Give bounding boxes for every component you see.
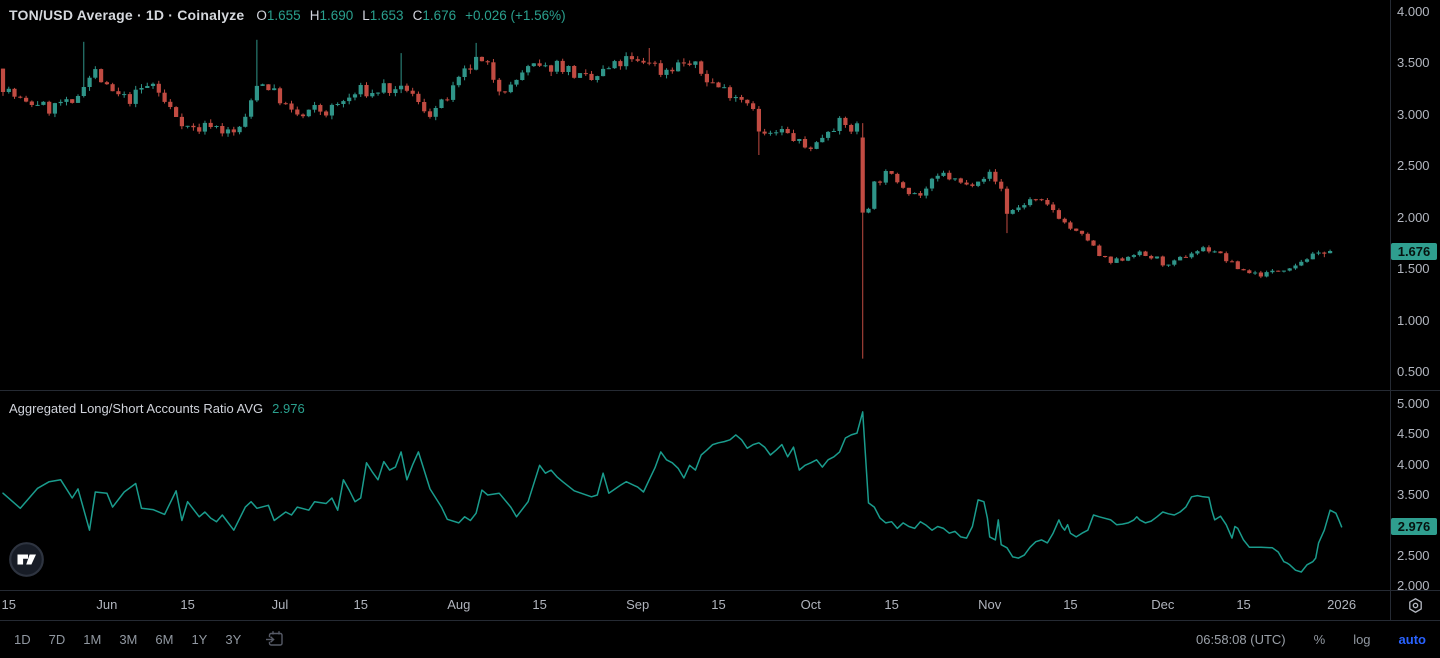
high-value: 1.690	[319, 8, 354, 23]
price-axis-tick: 3.000	[1397, 106, 1430, 122]
gear-icon	[1408, 597, 1422, 613]
indicator-value: 2.976	[272, 401, 305, 416]
time-axis-tick: Jun	[96, 597, 118, 612]
time-axis-tick: Sep	[626, 597, 650, 612]
ratio-value-badge: 2.976	[1391, 518, 1437, 536]
timeframe-group: 1D 7D 1M 3M 6M 1Y 3Y	[6, 629, 286, 650]
symbol-legend[interactable]: TON/USD Average · 1D · Coinalyze O1.655 …	[9, 7, 566, 23]
timeframe-1y[interactable]: 1Y	[183, 629, 215, 650]
chart-canvas[interactable]	[0, 0, 1390, 620]
price-axis-tick: 1.500	[1397, 261, 1430, 277]
ratio-line-series	[2, 411, 1343, 573]
open-value: 1.655	[266, 8, 301, 23]
ratio-axis-tick: 2.500	[1397, 547, 1430, 563]
time-axis-tick: 15	[884, 597, 899, 612]
clock-utc[interactable]: 06:58:08 (UTC)	[1196, 632, 1286, 647]
chart-app: TON/USD Average · 1D · Coinalyze O1.655 …	[0, 0, 1440, 658]
calendar-arrow-icon	[265, 631, 283, 646]
ratio-axis-tick: 4.000	[1397, 456, 1430, 472]
auto-scale-toggle[interactable]: auto	[1399, 632, 1426, 647]
time-axis-tick: 15	[180, 597, 195, 612]
indicator-legend[interactable]: Aggregated Long/Short Accounts Ratio AVG…	[9, 400, 305, 418]
close-label: C	[412, 8, 423, 23]
candlestick-series	[0, 39, 1333, 359]
time-axis-tick: Oct	[800, 597, 821, 612]
log-scale-toggle[interactable]: log	[1353, 632, 1370, 647]
low-value: 1.653	[369, 8, 404, 23]
timeframe-6m[interactable]: 6M	[147, 629, 181, 650]
time-axis-tick: Nov	[978, 597, 1002, 612]
timeframe-3m[interactable]: 3M	[111, 629, 145, 650]
time-axis[interactable]: 15 Jun 15 Jul 15 Aug 15 Sep 15 Oct 15 Nov 15 Dec 15 202…	[0, 590, 1390, 620]
indicator-title[interactable]: Aggregated Long/Short Accounts Ratio AVG	[9, 401, 263, 416]
bottom-toolbar: 1D 7D 1M 3M 6M 1Y 3Y 06:58:08 (UTC) % lo…	[0, 620, 1440, 658]
symbol-title[interactable]: TON/USD Average · 1D · Coinalyze	[9, 7, 244, 23]
last-price-badge: 1.676	[1391, 242, 1437, 260]
time-axis-tick: 15	[353, 597, 368, 612]
price-axis-tick: 0.500	[1397, 363, 1430, 379]
price-axis-tick: 2.500	[1397, 158, 1430, 174]
timeframe-1m[interactable]: 1M	[75, 629, 109, 650]
price-axis-tick: 2.000	[1397, 209, 1430, 225]
price-axis-tick: 3.500	[1397, 55, 1430, 71]
time-axis-tick: 15	[1, 597, 16, 612]
timeframe-1d[interactable]: 1D	[6, 629, 39, 650]
ratio-axis-tick: 3.500	[1397, 487, 1430, 502]
timeframe-7d[interactable]: 7D	[41, 629, 74, 650]
close-value: 1.676	[422, 8, 457, 23]
low-label: L	[362, 8, 370, 23]
tradingview-icon	[9, 542, 44, 577]
time-axis-tick: Aug	[447, 597, 471, 612]
price-axis-tick: 4.000	[1397, 4, 1430, 19]
time-axis-tick: 15	[711, 597, 726, 612]
time-axis-tick: 15	[1063, 597, 1078, 612]
ratio-axis-tick: 4.500	[1397, 426, 1430, 442]
ohlc-readout: O1.655 H1.690 L1.653 C1.676 +0.026 (+1.5…	[256, 8, 565, 23]
go-to-date-button[interactable]	[265, 630, 286, 649]
axis-controls: 06:58:08 (UTC) % log auto	[1196, 632, 1426, 647]
time-axis-tick: Jul	[271, 597, 289, 612]
time-axis-tick: 15	[1236, 597, 1251, 612]
ratio-axis-tick: 5.000	[1397, 396, 1430, 411]
timeframe-3y[interactable]: 3Y	[217, 629, 249, 650]
time-axis-tick: Dec	[1151, 597, 1175, 612]
price-axis[interactable]: 2.000 2.500 3.000 3.500 4.000 4.500 5.000 0.500…	[1390, 0, 1440, 620]
percent-scale-toggle[interactable]: %	[1314, 632, 1326, 647]
high-label: H	[309, 8, 320, 23]
price-axis-tick: 1.000	[1397, 312, 1430, 328]
change-value: +0.026 (+1.56%)	[465, 8, 566, 23]
time-axis-tick: 2026	[1327, 597, 1357, 612]
tradingview-logo[interactable]	[8, 541, 45, 578]
pane-separator[interactable]	[0, 390, 1440, 391]
time-axis-tick: 15	[532, 597, 547, 612]
open-label: O	[256, 8, 267, 23]
axis-settings-button[interactable]	[1390, 590, 1440, 620]
